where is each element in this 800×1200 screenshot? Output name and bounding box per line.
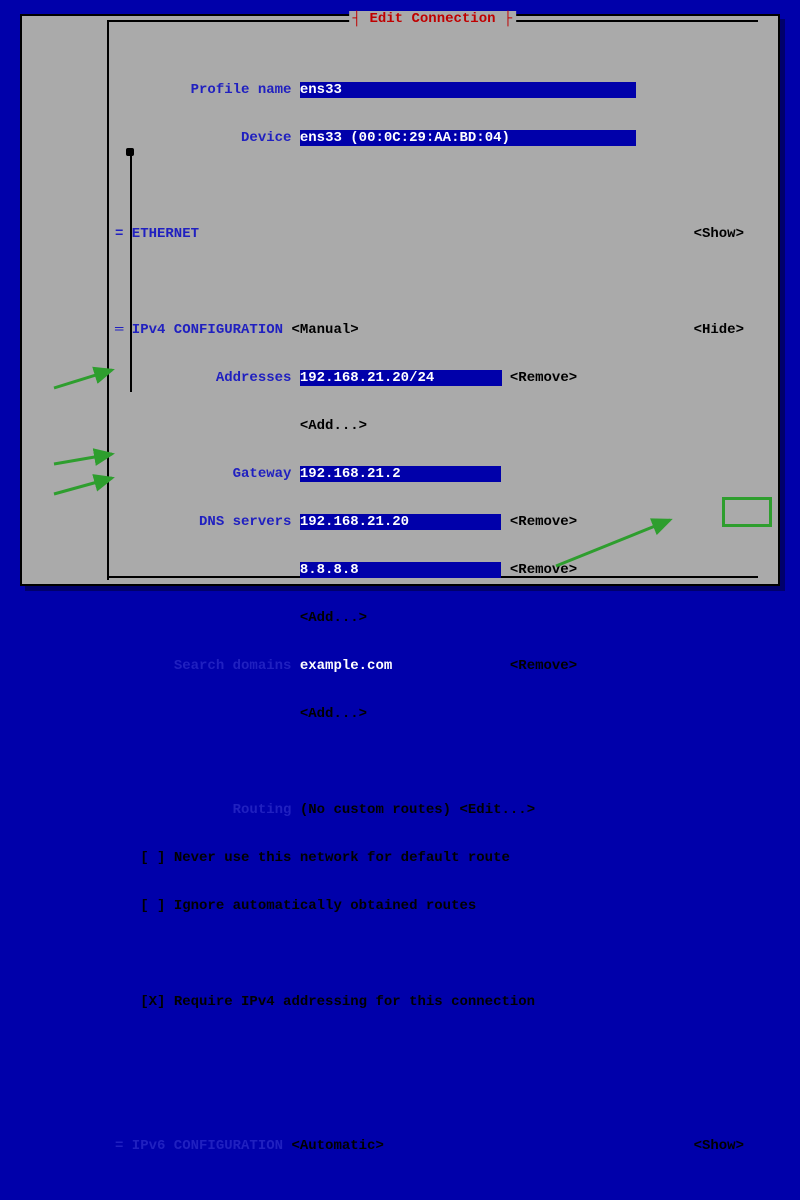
search-domains-label: Search domains (174, 658, 292, 674)
search-domain-input[interactable]: example.com (300, 658, 502, 674)
device-label: Device (241, 130, 291, 146)
ipv6-show-button[interactable]: <Show> (694, 1138, 744, 1154)
ipv6-section: = IPv6 CONFIGURATION (115, 1138, 283, 1154)
section-tree-line (130, 148, 132, 392)
dialog-title: ┤ Edit Connection ├ (349, 11, 517, 27)
routing-label: Routing (233, 802, 292, 818)
ignore-routes-checkbox[interactable]: [ ] Ignore automatically obtained routes (140, 898, 476, 914)
profile-name-label: Profile name (191, 82, 292, 98)
annotation-highlight-box (722, 497, 772, 527)
address-add-button[interactable]: <Add...> (300, 418, 367, 434)
ipv4-mode-select[interactable]: <Manual> (291, 322, 358, 338)
gateway-label: Gateway (233, 466, 292, 482)
search-domain-remove-button[interactable]: <Remove> (510, 658, 577, 674)
device-input[interactable]: ens33 (00:0C:29:AA:BD:04) (300, 130, 636, 146)
ipv6-mode-select[interactable]: <Automatic> (291, 1138, 383, 1154)
routing-edit-button[interactable]: <Edit...> (459, 802, 535, 818)
border-left (107, 20, 111, 580)
dns-input-2[interactable]: 8.8.8.8 (300, 562, 502, 578)
dns-remove-button-2[interactable]: <Remove> (510, 562, 577, 578)
dns-label: DNS servers (199, 514, 291, 530)
dns-remove-button-1[interactable]: <Remove> (510, 514, 577, 530)
ipv4-section: ═ IPv4 CONFIGURATION (115, 322, 283, 338)
addresses-label: Addresses (216, 370, 292, 386)
edit-connection-dialog: ┤ Edit Connection ├ Profile name ens33 D… (107, 20, 758, 580)
require-ipv4-checkbox[interactable]: [X] Require IPv4 addressing for this con… (140, 994, 535, 1010)
dns-input-1[interactable]: 192.168.21.20 (300, 514, 502, 530)
profile-name-input[interactable]: ens33 (300, 82, 636, 98)
address-input-1[interactable]: 192.168.21.20/24 (300, 370, 502, 386)
gateway-input[interactable]: 192.168.21.2 (300, 466, 502, 482)
dialog-frame: ┤ Edit Connection ├ Profile name ens33 D… (20, 14, 780, 586)
dns-add-button[interactable]: <Add...> (300, 610, 367, 626)
routing-text: (No custom routes) (300, 802, 451, 818)
ethernet-show-button[interactable]: <Show> (694, 226, 744, 242)
search-domain-add-button[interactable]: <Add...> (300, 706, 367, 722)
address-remove-button[interactable]: <Remove> (510, 370, 577, 386)
ipv4-hide-button[interactable]: <Hide> (694, 322, 744, 338)
dialog-content: Profile name ens33 Device ens33 (00:0C:2… (115, 34, 750, 570)
ethernet-section: = ETHERNET (115, 226, 199, 242)
default-route-checkbox[interactable]: [ ] Never use this network for default r… (140, 850, 510, 866)
